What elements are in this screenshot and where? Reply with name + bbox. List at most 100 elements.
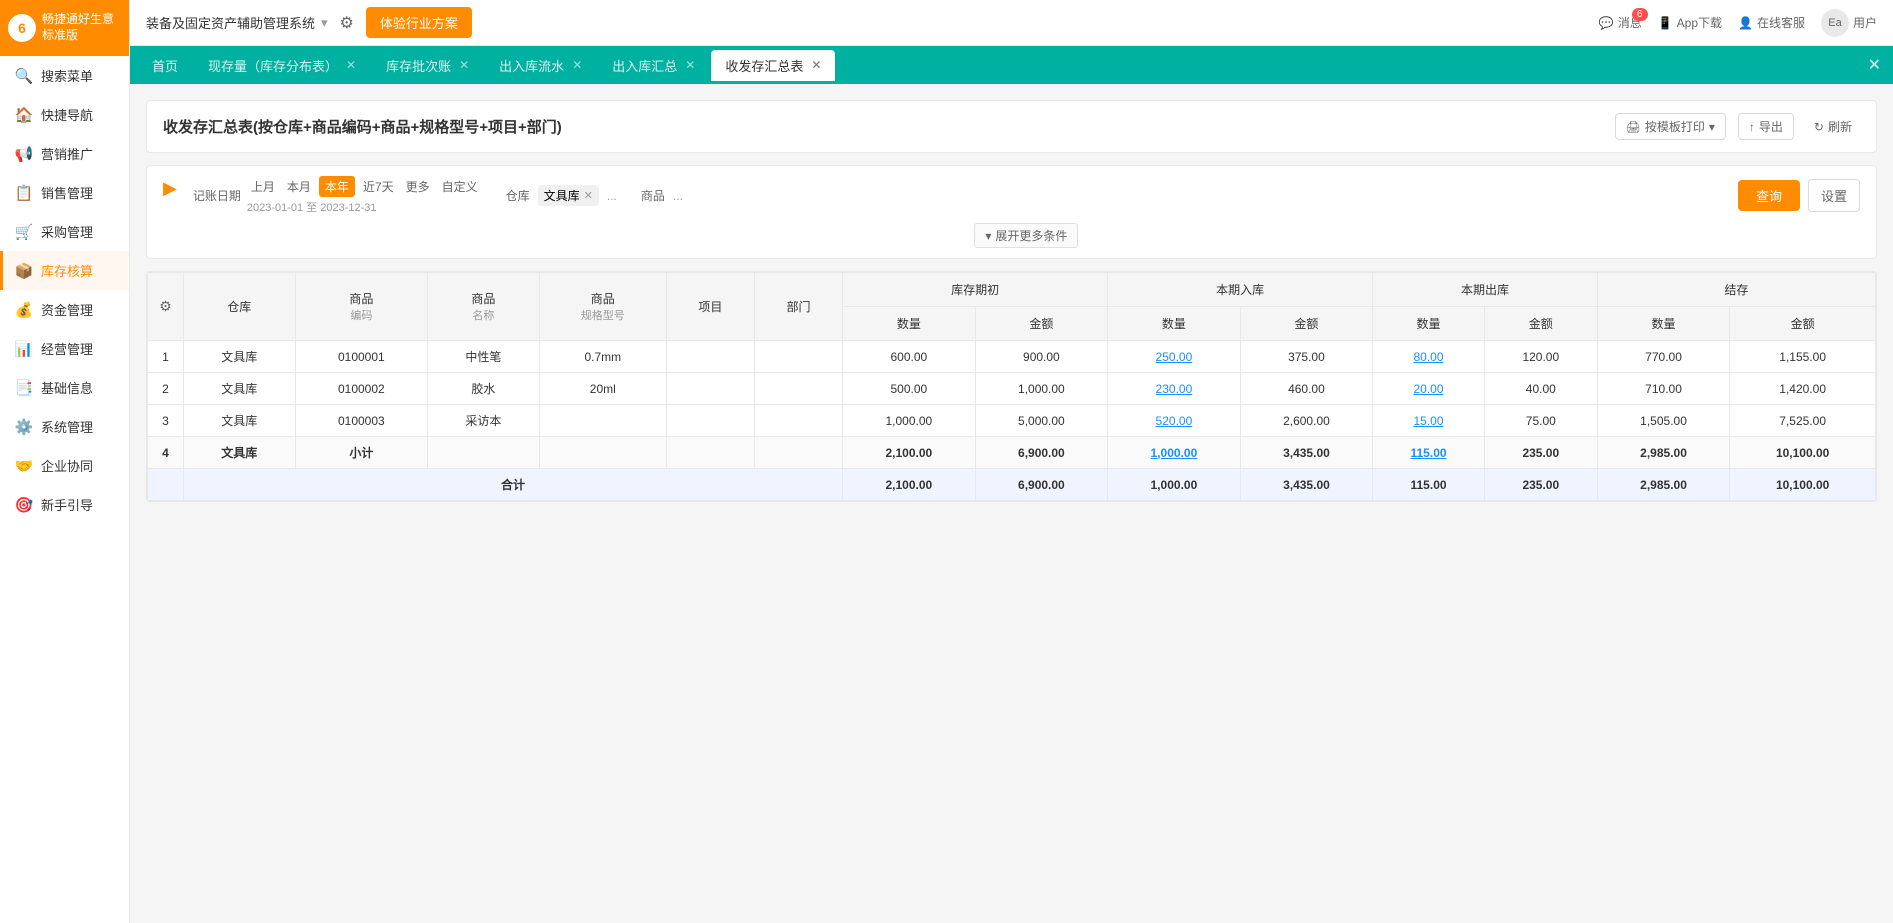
topbar-gear-icon[interactable]: ⚙ (340, 13, 354, 33)
tab-home[interactable]: 首页 (138, 50, 192, 81)
sidebar-item-operation[interactable]: 📊 经营管理 (0, 329, 129, 368)
data-table-container: ⚙ 仓库 商品编码 商品名称 商品规格型号 项目 部门 库存期初 本期入库 本期… (146, 271, 1877, 502)
sidebar-item-enterprise[interactable]: 🤝 企业协同 (0, 446, 129, 485)
subtotal-label: 小计 (295, 437, 428, 469)
date-btn-7days[interactable]: 近7天 (359, 176, 398, 197)
subtotal-row: 4 文具库 小计 2,100.00 6,900.00 1,000.00 3,43… (148, 437, 1876, 469)
date-filter-label: 记账日期 (193, 187, 241, 204)
subtotal-in-amt: 3,435.00 (1240, 437, 1373, 469)
sidebar-item-basic-info[interactable]: 📑 基础信息 (0, 368, 129, 407)
sidebar-item-marketing[interactable]: 📢 营销推广 (0, 134, 129, 173)
subtotal-out-amt: 235.00 (1484, 437, 1597, 469)
sidebar-item-system[interactable]: ⚙️ 系统管理 (0, 407, 129, 446)
table-row: 1 文具库 0100001 中性笔 0.7mm 600.00 900.00 25… (148, 341, 1876, 373)
tab-receive-send-summary[interactable]: 收发存汇总表✕ (711, 50, 835, 81)
sidebar-label-enterprise: 企业协同 (41, 456, 93, 475)
sidebar-icon-operation: 📊 (15, 340, 33, 358)
cell-department (754, 373, 842, 405)
app-download-label: App下载 (1677, 14, 1722, 31)
sidebar-item-guide[interactable]: 🎯 新手引导 (0, 485, 129, 524)
subtotal-balance-amt: 10,100.00 (1730, 437, 1876, 469)
cell-out-qty[interactable]: 15.00 (1373, 405, 1485, 437)
page-header-actions: 🖨 按模板打印 ▾ ↑ 导出 ↻ 刷新 (1615, 113, 1860, 140)
page-content: 收发存汇总表(按仓库+商品编码+商品+规格型号+项目+部门) 🖨 按模板打印 ▾… (130, 84, 1893, 923)
th-balance-amt: 金额 (1730, 307, 1876, 341)
date-btn-custom[interactable]: 自定义 (438, 176, 482, 197)
date-btn-last-month[interactable]: 上月 (247, 176, 279, 197)
cell-balance-qty: 1,505.00 (1597, 405, 1730, 437)
print-button[interactable]: 🖨 按模板打印 ▾ (1615, 113, 1726, 140)
tab-batch-account[interactable]: 库存批次账✕ (372, 50, 483, 81)
sidebar-label-inventory: 库存核算 (41, 261, 93, 280)
cell-warehouse: 文具库 (184, 341, 296, 373)
sidebar-item-quick-nav[interactable]: 🏠 快捷导航 (0, 95, 129, 134)
sidebar-icon-purchase: 🛒 (15, 223, 33, 241)
export-button[interactable]: ↑ 导出 (1738, 113, 1794, 140)
cell-in-qty[interactable]: 250.00 (1108, 341, 1241, 373)
tab-label-inout-flow: 出入库流水 (499, 56, 564, 75)
warehouse-filter: 仓库 文具库 ✕ ... (506, 185, 617, 206)
subtotal-opening-amt: 6,900.00 (975, 437, 1108, 469)
sidebar-item-purchase[interactable]: 🛒 采购管理 (0, 212, 129, 251)
logo-icon: 6 (8, 14, 36, 42)
sidebar-label-search: 搜索菜单 (41, 66, 93, 85)
subtotal-in-qty[interactable]: 1,000.00 (1108, 437, 1241, 469)
page-header: 收发存汇总表(按仓库+商品编码+商品+规格型号+项目+部门) 🖨 按模板打印 ▾… (146, 100, 1877, 153)
filter-collapse-btn[interactable]: ▶ (163, 178, 177, 199)
th-in-group: 本期入库 (1108, 273, 1373, 307)
tabbar-close-btn[interactable]: ✕ (1864, 51, 1885, 79)
tab-close-receive-send-summary[interactable]: ✕ (811, 58, 821, 72)
sidebar-item-search[interactable]: 🔍 搜索菜单 (0, 56, 129, 95)
message-icon: 💬 (1599, 16, 1614, 30)
tab-label-inout-summary: 出入库汇总 (612, 56, 677, 75)
settings-button[interactable]: 设置 (1808, 179, 1860, 212)
cell-out-qty[interactable]: 20.00 (1373, 373, 1485, 405)
online-service-action[interactable]: 👤 在线客服 (1738, 14, 1805, 31)
app-download-action[interactable]: 📱 App下载 (1658, 14, 1722, 31)
query-button[interactable]: 查询 (1738, 180, 1800, 211)
sidebar-icon-finance: 💰 (15, 301, 33, 319)
sidebar-label-guide: 新手引导 (41, 495, 93, 514)
sidebar-item-sales[interactable]: 📋 销售管理 (0, 173, 129, 212)
tab-close-inventory-distribution[interactable]: ✕ (346, 58, 356, 72)
sidebar-icon-search: 🔍 (15, 67, 33, 85)
th-out-group: 本期出库 (1373, 273, 1598, 307)
table-gear-icon[interactable]: ⚙ (159, 298, 172, 314)
tab-close-inout-flow[interactable]: ✕ (572, 58, 582, 72)
user-action[interactable]: Ea 用户 (1821, 9, 1877, 37)
tab-inout-flow[interactable]: 出入库流水 ✕ (485, 50, 596, 81)
cell-out-qty[interactable]: 80.00 (1373, 341, 1485, 373)
th-settings[interactable]: ⚙ (148, 273, 184, 341)
sidebar-item-inventory[interactable]: 📦 库存核算 (0, 251, 129, 290)
refresh-icon: ↻ (1814, 120, 1824, 134)
product-more-btn[interactable]: ... (673, 189, 683, 203)
warehouse-tag-close[interactable]: ✕ (584, 189, 593, 202)
tab-close-inout-summary[interactable]: ✕ (685, 58, 695, 72)
tab-close-batch-account[interactable]: ✕ (459, 58, 469, 72)
topbar-actions: 💬 消息 6 📱 App下载 👤 在线客服 Ea 用户 (1599, 9, 1877, 37)
cell-in-qty[interactable]: 520.00 (1108, 405, 1241, 437)
tab-inventory-distribution[interactable]: 现存量（库存分布表）✕ (194, 50, 370, 81)
subtotal-num: 4 (148, 437, 184, 469)
sidebar-item-finance[interactable]: 💰 资金管理 (0, 290, 129, 329)
expand-more-btn[interactable]: ▾ 展开更多条件 (974, 223, 1078, 248)
system-dropdown-icon[interactable]: ▾ (321, 15, 328, 31)
warehouse-filter-label: 仓库 (506, 187, 530, 204)
messages-action[interactable]: 💬 消息 6 (1599, 14, 1642, 31)
trial-button[interactable]: 体验行业方案 (366, 7, 472, 38)
tab-label-home: 首页 (152, 56, 178, 75)
cell-in-qty[interactable]: 230.00 (1108, 373, 1241, 405)
cell-opening-amt: 1,000.00 (975, 373, 1108, 405)
date-btn-this-year[interactable]: 本年 (319, 176, 355, 197)
subtotal-out-qty[interactable]: 115.00 (1373, 437, 1485, 469)
sidebar-icon-marketing: 📢 (15, 145, 33, 163)
cell-in-amt: 2,600.00 (1240, 405, 1373, 437)
tab-inout-summary[interactable]: 出入库汇总 ✕ (598, 50, 709, 81)
refresh-button[interactable]: ↻ 刷新 (1806, 114, 1860, 139)
total-out-amt: 235.00 (1484, 469, 1597, 501)
cell-opening-qty: 500.00 (843, 373, 976, 405)
date-btn-this-month[interactable]: 本月 (283, 176, 315, 197)
export-icon: ↑ (1749, 120, 1755, 134)
date-btn-more[interactable]: 更多 (402, 176, 434, 197)
warehouse-more-btn[interactable]: ... (607, 189, 617, 203)
